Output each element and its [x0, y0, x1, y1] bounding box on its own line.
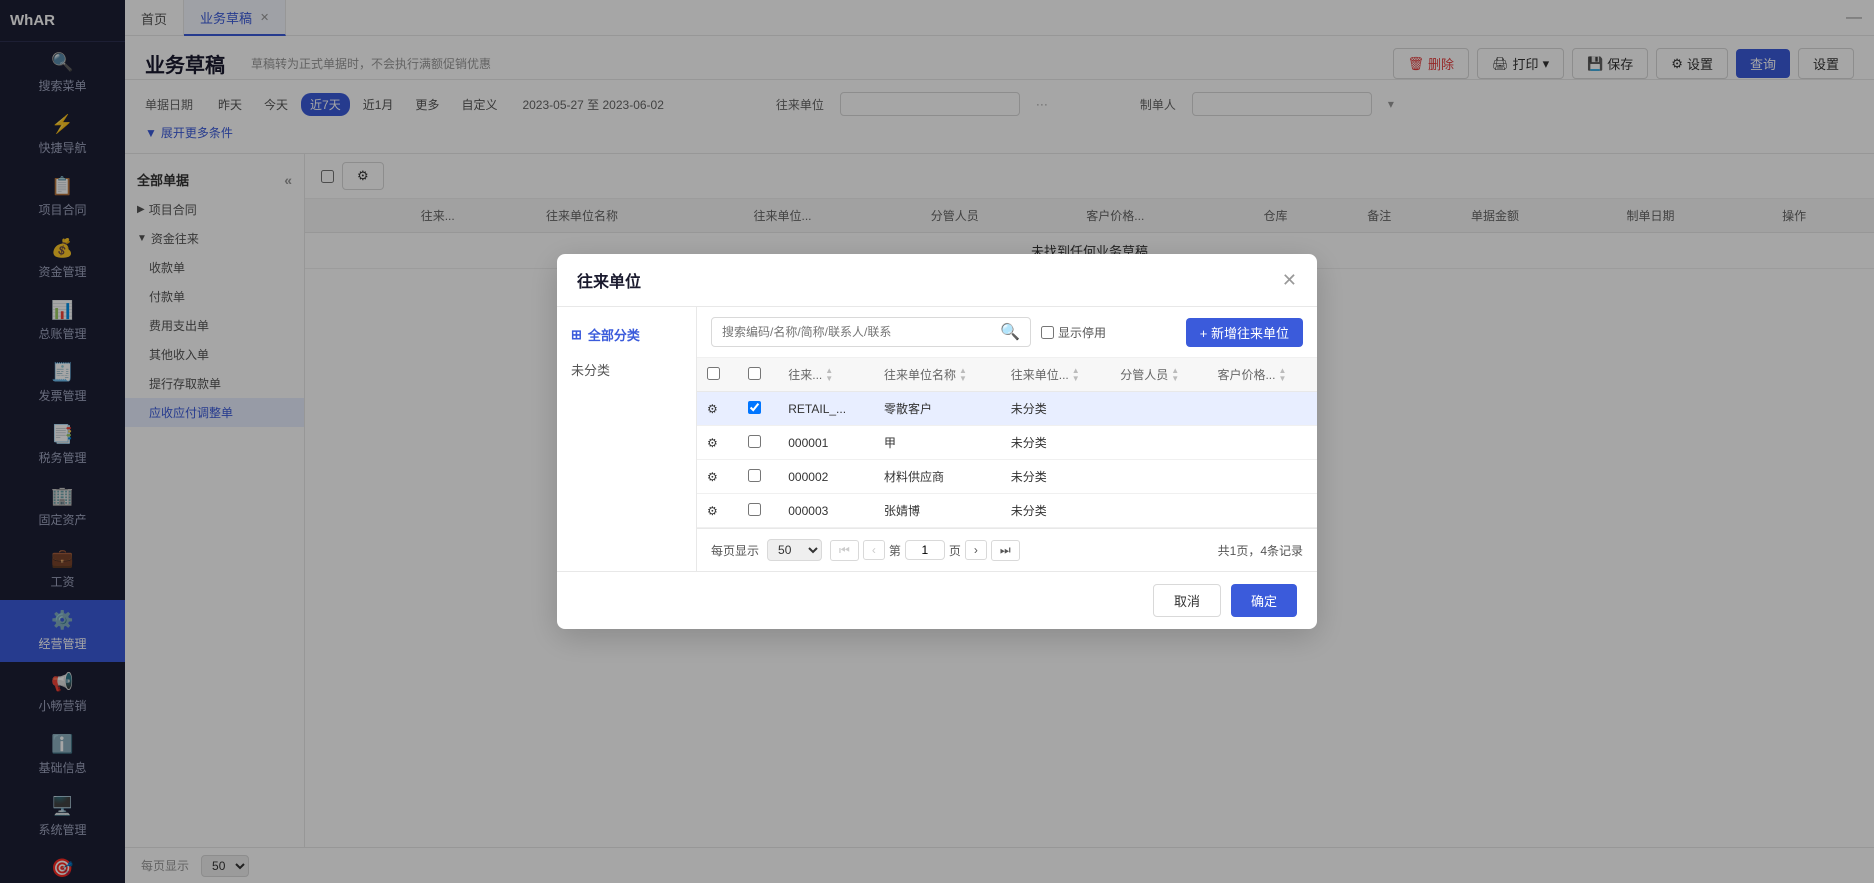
row-gear-icon[interactable]: ⚙	[707, 402, 718, 416]
row-checkbox-cell	[738, 426, 779, 460]
dialog-col-往来单位...[interactable]: 往来单位...▲▼	[1001, 358, 1111, 392]
dialog-body: ⊞ 全部分类未分类 🔍 显示停用 + 新增往来单位	[557, 307, 1317, 571]
modal-overlay: 往来单位 ✕ ⊞ 全部分类未分类 🔍 显示停用	[0, 0, 1874, 883]
first-page-button[interactable]: ⏮	[830, 540, 859, 561]
dialog-sidebar-items: ⊞ 全部分类未分类	[557, 317, 696, 387]
category-icon: ⊞	[571, 327, 582, 343]
dialog-table: 往来...▲▼往来单位名称▲▼往来单位...▲▼分管人员▲▼客户价格...▲▼ …	[697, 358, 1317, 528]
dialog-category-label: 未分类	[571, 360, 610, 379]
dialog-col-往来单位名称[interactable]: 往来单位名称▲▼	[874, 358, 1001, 392]
dialog-search-input[interactable]	[722, 325, 994, 339]
dialog-category-label: 全部分类	[588, 325, 640, 344]
add-partner-button[interactable]: + 新增往来单位	[1186, 318, 1303, 347]
sort-arrows: ▲▼	[1171, 367, 1179, 383]
confirm-button[interactable]: 确定	[1231, 584, 1297, 617]
row-settings-cell: ⚙	[697, 426, 738, 460]
partner-table: 往来...▲▼往来单位名称▲▼往来单位...▲▼分管人员▲▼客户价格...▲▼ …	[697, 358, 1317, 528]
row-category: 未分类	[1001, 426, 1111, 460]
dialog-header: 往来单位 ✕	[557, 254, 1317, 307]
sort-arrows: ▲▼	[1072, 367, 1080, 383]
per-page-select[interactable]: 50 100	[767, 539, 822, 561]
row-gear-icon[interactable]: ⚙	[707, 436, 718, 450]
page-number-input[interactable]	[905, 540, 945, 560]
row-gear-icon[interactable]: ⚙	[707, 470, 718, 484]
row-settings-cell: ⚙	[697, 460, 738, 494]
prev-page-button[interactable]: ‹	[863, 540, 885, 560]
dialog-title: 往来单位	[577, 268, 641, 292]
dialog-table-row[interactable]: ⚙ 000003 张婧博 未分类	[697, 494, 1317, 528]
row-code: 000003	[778, 494, 874, 528]
next-page-button[interactable]: ›	[965, 540, 987, 560]
per-page-label: 每页显示	[711, 542, 759, 559]
row-manager	[1110, 494, 1207, 528]
sort-arrows: ▲▼	[959, 367, 967, 383]
row-settings-cell: ⚙	[697, 494, 738, 528]
dialog-footer: 取消 确定	[557, 571, 1317, 629]
row-category: 未分类	[1001, 392, 1111, 426]
sort-arrows: ▲▼	[1278, 367, 1286, 383]
page-word: 第	[889, 542, 901, 559]
row-checkbox[interactable]	[748, 401, 761, 414]
row-gear-icon[interactable]: ⚙	[707, 504, 718, 518]
row-price-cat	[1207, 392, 1317, 426]
row-settings-cell: ⚙	[697, 392, 738, 426]
row-manager	[1110, 426, 1207, 460]
search-icon: 🔍	[1000, 322, 1020, 342]
last-page-button[interactable]: ⏭	[991, 540, 1020, 561]
row-checkbox[interactable]	[748, 435, 761, 448]
row-name: 张婧博	[874, 494, 1001, 528]
dialog-partner: 往来单位 ✕ ⊞ 全部分类未分类 🔍 显示停用	[557, 254, 1317, 629]
row-price-cat	[1207, 494, 1317, 528]
dialog-toolbar: 🔍 显示停用 + 新增往来单位	[697, 307, 1317, 358]
dialog-table-row[interactable]: ⚙ 000002 材料供应商 未分类	[697, 460, 1317, 494]
row-checkbox[interactable]	[748, 469, 761, 482]
dialog-category-全部分类[interactable]: ⊞ 全部分类	[557, 317, 696, 352]
dialog-pagination: 每页显示 50 100 ⏮ ‹ 第 页 › ⏭ 共1页，4条记录	[697, 528, 1317, 571]
dialog-search-box[interactable]: 🔍	[711, 317, 1031, 347]
row-name: 零散客户	[874, 392, 1001, 426]
row-code: 000001	[778, 426, 874, 460]
dialog-table-row[interactable]: ⚙ 000001 甲 未分类	[697, 426, 1317, 460]
show-disabled-label: 显示停用	[1041, 324, 1106, 341]
row-manager	[1110, 392, 1207, 426]
dialog-col-分管人员[interactable]: 分管人员▲▼	[1110, 358, 1207, 392]
row-price-cat	[1207, 426, 1317, 460]
row-price-cat	[1207, 460, 1317, 494]
page-navigation: ⏮ ‹ 第 页 › ⏭	[830, 540, 1020, 561]
row-code: 000002	[778, 460, 874, 494]
dialog-col-	[697, 358, 738, 392]
dialog-table-header: 往来...▲▼往来单位名称▲▼往来单位...▲▼分管人员▲▼客户价格...▲▼	[697, 358, 1317, 392]
row-checkbox-cell	[738, 460, 779, 494]
dialog-col-	[738, 358, 779, 392]
row-category: 未分类	[1001, 460, 1111, 494]
row-name: 甲	[874, 426, 1001, 460]
row-name: 材料供应商	[874, 460, 1001, 494]
dialog-select-all[interactable]	[707, 367, 720, 380]
dialog-col-客户价格...[interactable]: 客户价格...▲▼	[1207, 358, 1317, 392]
row-checkbox-cell	[738, 392, 779, 426]
page-label: 页	[949, 542, 961, 559]
sort-arrows: ▲▼	[825, 367, 833, 383]
row-category: 未分类	[1001, 494, 1111, 528]
row-checkbox-cell	[738, 494, 779, 528]
dialog-category-未分类[interactable]: 未分类	[557, 352, 696, 387]
dialog-table-row[interactable]: ⚙ RETAIL_... 零散客户 未分类	[697, 392, 1317, 426]
dialog-close-button[interactable]: ✕	[1282, 270, 1297, 291]
dialog-select-all[interactable]	[748, 367, 761, 380]
row-checkbox[interactable]	[748, 503, 761, 516]
show-disabled-checkbox[interactable]	[1041, 326, 1054, 339]
row-manager	[1110, 460, 1207, 494]
cancel-button[interactable]: 取消	[1153, 584, 1221, 617]
dialog-category-sidebar: ⊞ 全部分类未分类	[557, 307, 697, 571]
page-total: 共1页，4条记录	[1218, 542, 1303, 559]
dialog-col-往来...[interactable]: 往来...▲▼	[778, 358, 874, 392]
dialog-table-body: ⚙ RETAIL_... 零散客户 未分类 ⚙ 000001 甲 未分类 ⚙ 0…	[697, 392, 1317, 528]
dialog-main: 🔍 显示停用 + 新增往来单位 往来...▲▼往来单位名称▲▼往来单位...▲▼…	[697, 307, 1317, 571]
row-code: RETAIL_...	[778, 392, 874, 426]
